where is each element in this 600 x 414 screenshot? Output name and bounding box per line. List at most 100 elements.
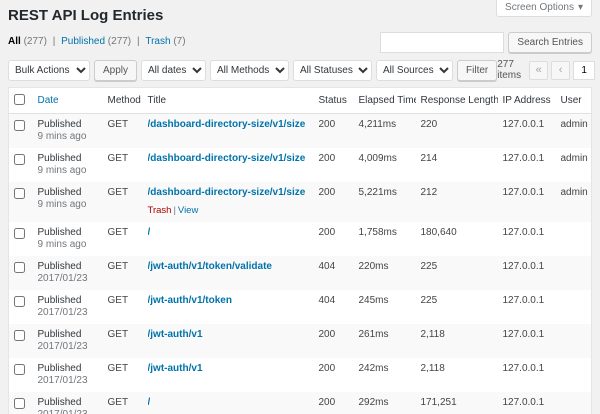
row-response-length: 225: [420, 295, 438, 306]
row-title-link[interactable]: /jwt-auth/v1: [148, 329, 203, 341]
row-status: 200: [318, 153, 336, 164]
row-method: GET: [107, 187, 129, 198]
apply-button[interactable]: Apply: [94, 59, 138, 81]
row-date-cell: Published 2017/01/23: [33, 392, 103, 414]
statuses-filter-select[interactable]: All Statuses: [293, 59, 373, 81]
view-all-label: All: [8, 36, 21, 47]
table-row: Published 2017/01/23 GET /jwt-auth/v1/to…: [9, 290, 592, 324]
row-status: 404: [318, 261, 336, 272]
bulk-actions-select[interactable]: Bulk Actions: [8, 59, 90, 81]
row-date-cell: Published 9 mins ago: [33, 114, 103, 149]
row-checkbox[interactable]: [14, 330, 25, 341]
items-count: 277 items: [497, 59, 522, 81]
row-user: [556, 256, 592, 290]
row-status: 200: [318, 119, 336, 130]
dates-filter-select[interactable]: All dates: [141, 59, 207, 81]
view-all-count: (277): [23, 36, 47, 47]
row-response-length: 180,640: [420, 227, 457, 238]
row-publish-state: Published: [37, 187, 82, 198]
row-title-link[interactable]: /jwt-auth/v1/token: [148, 295, 232, 307]
row-status: 200: [318, 363, 336, 374]
row-user: admin: [560, 153, 588, 164]
row-title-link[interactable]: /: [148, 227, 151, 239]
row-date: 9 mins ago: [37, 199, 87, 210]
log-entries-table: Date Method Title Status Elapsed Time Re…: [8, 87, 592, 414]
row-method: GET: [107, 153, 129, 164]
row-user: [556, 324, 592, 358]
view-action-link[interactable]: View: [178, 205, 198, 216]
row-user: [556, 290, 592, 324]
sort-by-date-link[interactable]: Date: [38, 95, 59, 106]
view-separator: |: [52, 36, 56, 47]
row-checkbox[interactable]: [14, 262, 25, 273]
row-title-link[interactable]: /jwt-auth/v1/token/validate: [148, 261, 272, 273]
view-all-link[interactable]: All (277): [8, 36, 47, 47]
row-date-cell: Published 2017/01/23: [33, 324, 103, 358]
current-page-input[interactable]: [573, 60, 596, 80]
chevron-down-icon: ▾: [577, 2, 583, 13]
table-row: Published 9 mins ago GET / 200 1,758ms 1…: [9, 222, 592, 256]
row-user: [556, 222, 592, 256]
row-checkbox[interactable]: [14, 398, 25, 409]
row-checkbox[interactable]: [14, 188, 25, 199]
row-method: GET: [107, 261, 129, 272]
search-input[interactable]: [380, 32, 505, 53]
column-header-user: User: [555, 87, 592, 114]
row-title-cell: /dashboard-directory-size/v1/size: [143, 148, 314, 182]
row-checkbox[interactable]: [14, 228, 25, 239]
column-header-elapsed-time: Elapsed Time: [353, 87, 416, 114]
row-publish-state: Published: [37, 295, 82, 306]
row-title-link[interactable]: /dashboard-directory-size/v1/size: [148, 187, 306, 199]
view-filter-links: All (277) | Published (277) | Trash (7): [8, 32, 186, 47]
row-user: [556, 392, 592, 414]
select-all-checkbox[interactable]: [14, 94, 25, 105]
row-status: 200: [318, 397, 336, 408]
row-elapsed-time: 4,009ms: [358, 153, 397, 164]
search-button[interactable]: Search Entries: [508, 32, 592, 53]
view-filter-all: All (277) |: [8, 36, 61, 47]
list-controls: All (277) | Published (277) | Trash (7) …: [8, 32, 592, 53]
row-checkbox[interactable]: [14, 154, 25, 165]
row-checkbox[interactable]: [14, 296, 25, 307]
row-elapsed-time: 220ms: [358, 261, 389, 272]
tablenav-top: Bulk Actions Apply All dates All Methods…: [8, 59, 596, 81]
row-date: 9 mins ago: [37, 165, 87, 176]
row-publish-state: Published: [37, 363, 82, 374]
row-date: 2017/01/23: [37, 307, 88, 318]
column-header-response-length: Response Length: [415, 87, 498, 114]
row-title-cell: /jwt-auth/v1/token/validate: [143, 256, 314, 290]
row-elapsed-time: 1,758ms: [358, 227, 397, 238]
view-published-link[interactable]: Published (277): [61, 36, 131, 47]
sources-filter-select[interactable]: All Sources: [376, 59, 454, 81]
row-user: admin: [560, 187, 588, 198]
view-trash-link[interactable]: Trash (7): [145, 36, 185, 47]
row-date-cell: Published 9 mins ago: [33, 148, 103, 182]
row-title-link[interactable]: /jwt-auth/v1: [148, 363, 203, 375]
row-title-link[interactable]: /dashboard-directory-size/v1/size: [148, 119, 306, 131]
table-row: Published 2017/01/23 GET /jwt-auth/v1/to…: [8, 256, 592, 290]
table-row: Published 9 mins ago GET /dashboard-dire…: [8, 182, 592, 222]
row-ip-address: 127.0.0.1: [502, 363, 545, 374]
methods-filter-select[interactable]: All Methods: [210, 59, 290, 81]
row-publish-state: Published: [37, 329, 82, 340]
row-title-cell: /jwt-auth/v1: [143, 358, 314, 392]
row-title-cell: /: [143, 222, 314, 256]
row-status: 200: [318, 329, 336, 340]
view-filter-published: Published (277) |: [61, 36, 145, 47]
row-date-cell: Published 2017/01/23: [33, 256, 103, 290]
screen-options-button[interactable]: Screen Options ▾: [496, 0, 592, 17]
row-elapsed-time: 261ms: [358, 329, 389, 340]
row-checkbox[interactable]: [14, 120, 25, 131]
row-checkbox[interactable]: [14, 364, 25, 375]
row-method: GET: [107, 397, 129, 408]
row-title-link[interactable]: /: [148, 397, 151, 409]
column-header-title: Title: [142, 87, 314, 114]
row-date-cell: Published 2017/01/23: [33, 290, 103, 324]
filter-button[interactable]: Filter: [457, 59, 498, 81]
row-title-cell: /dashboard-directory-size/v1/size Trash |…: [143, 182, 314, 222]
table-row: Published 2017/01/23 GET /jwt-auth/v1 20…: [8, 324, 592, 358]
view-filter-trash: Trash (7): [145, 36, 185, 47]
trash-action-link[interactable]: Trash: [148, 205, 172, 216]
row-response-length: 225: [420, 261, 438, 272]
row-title-link[interactable]: /dashboard-directory-size/v1/size: [148, 153, 306, 165]
